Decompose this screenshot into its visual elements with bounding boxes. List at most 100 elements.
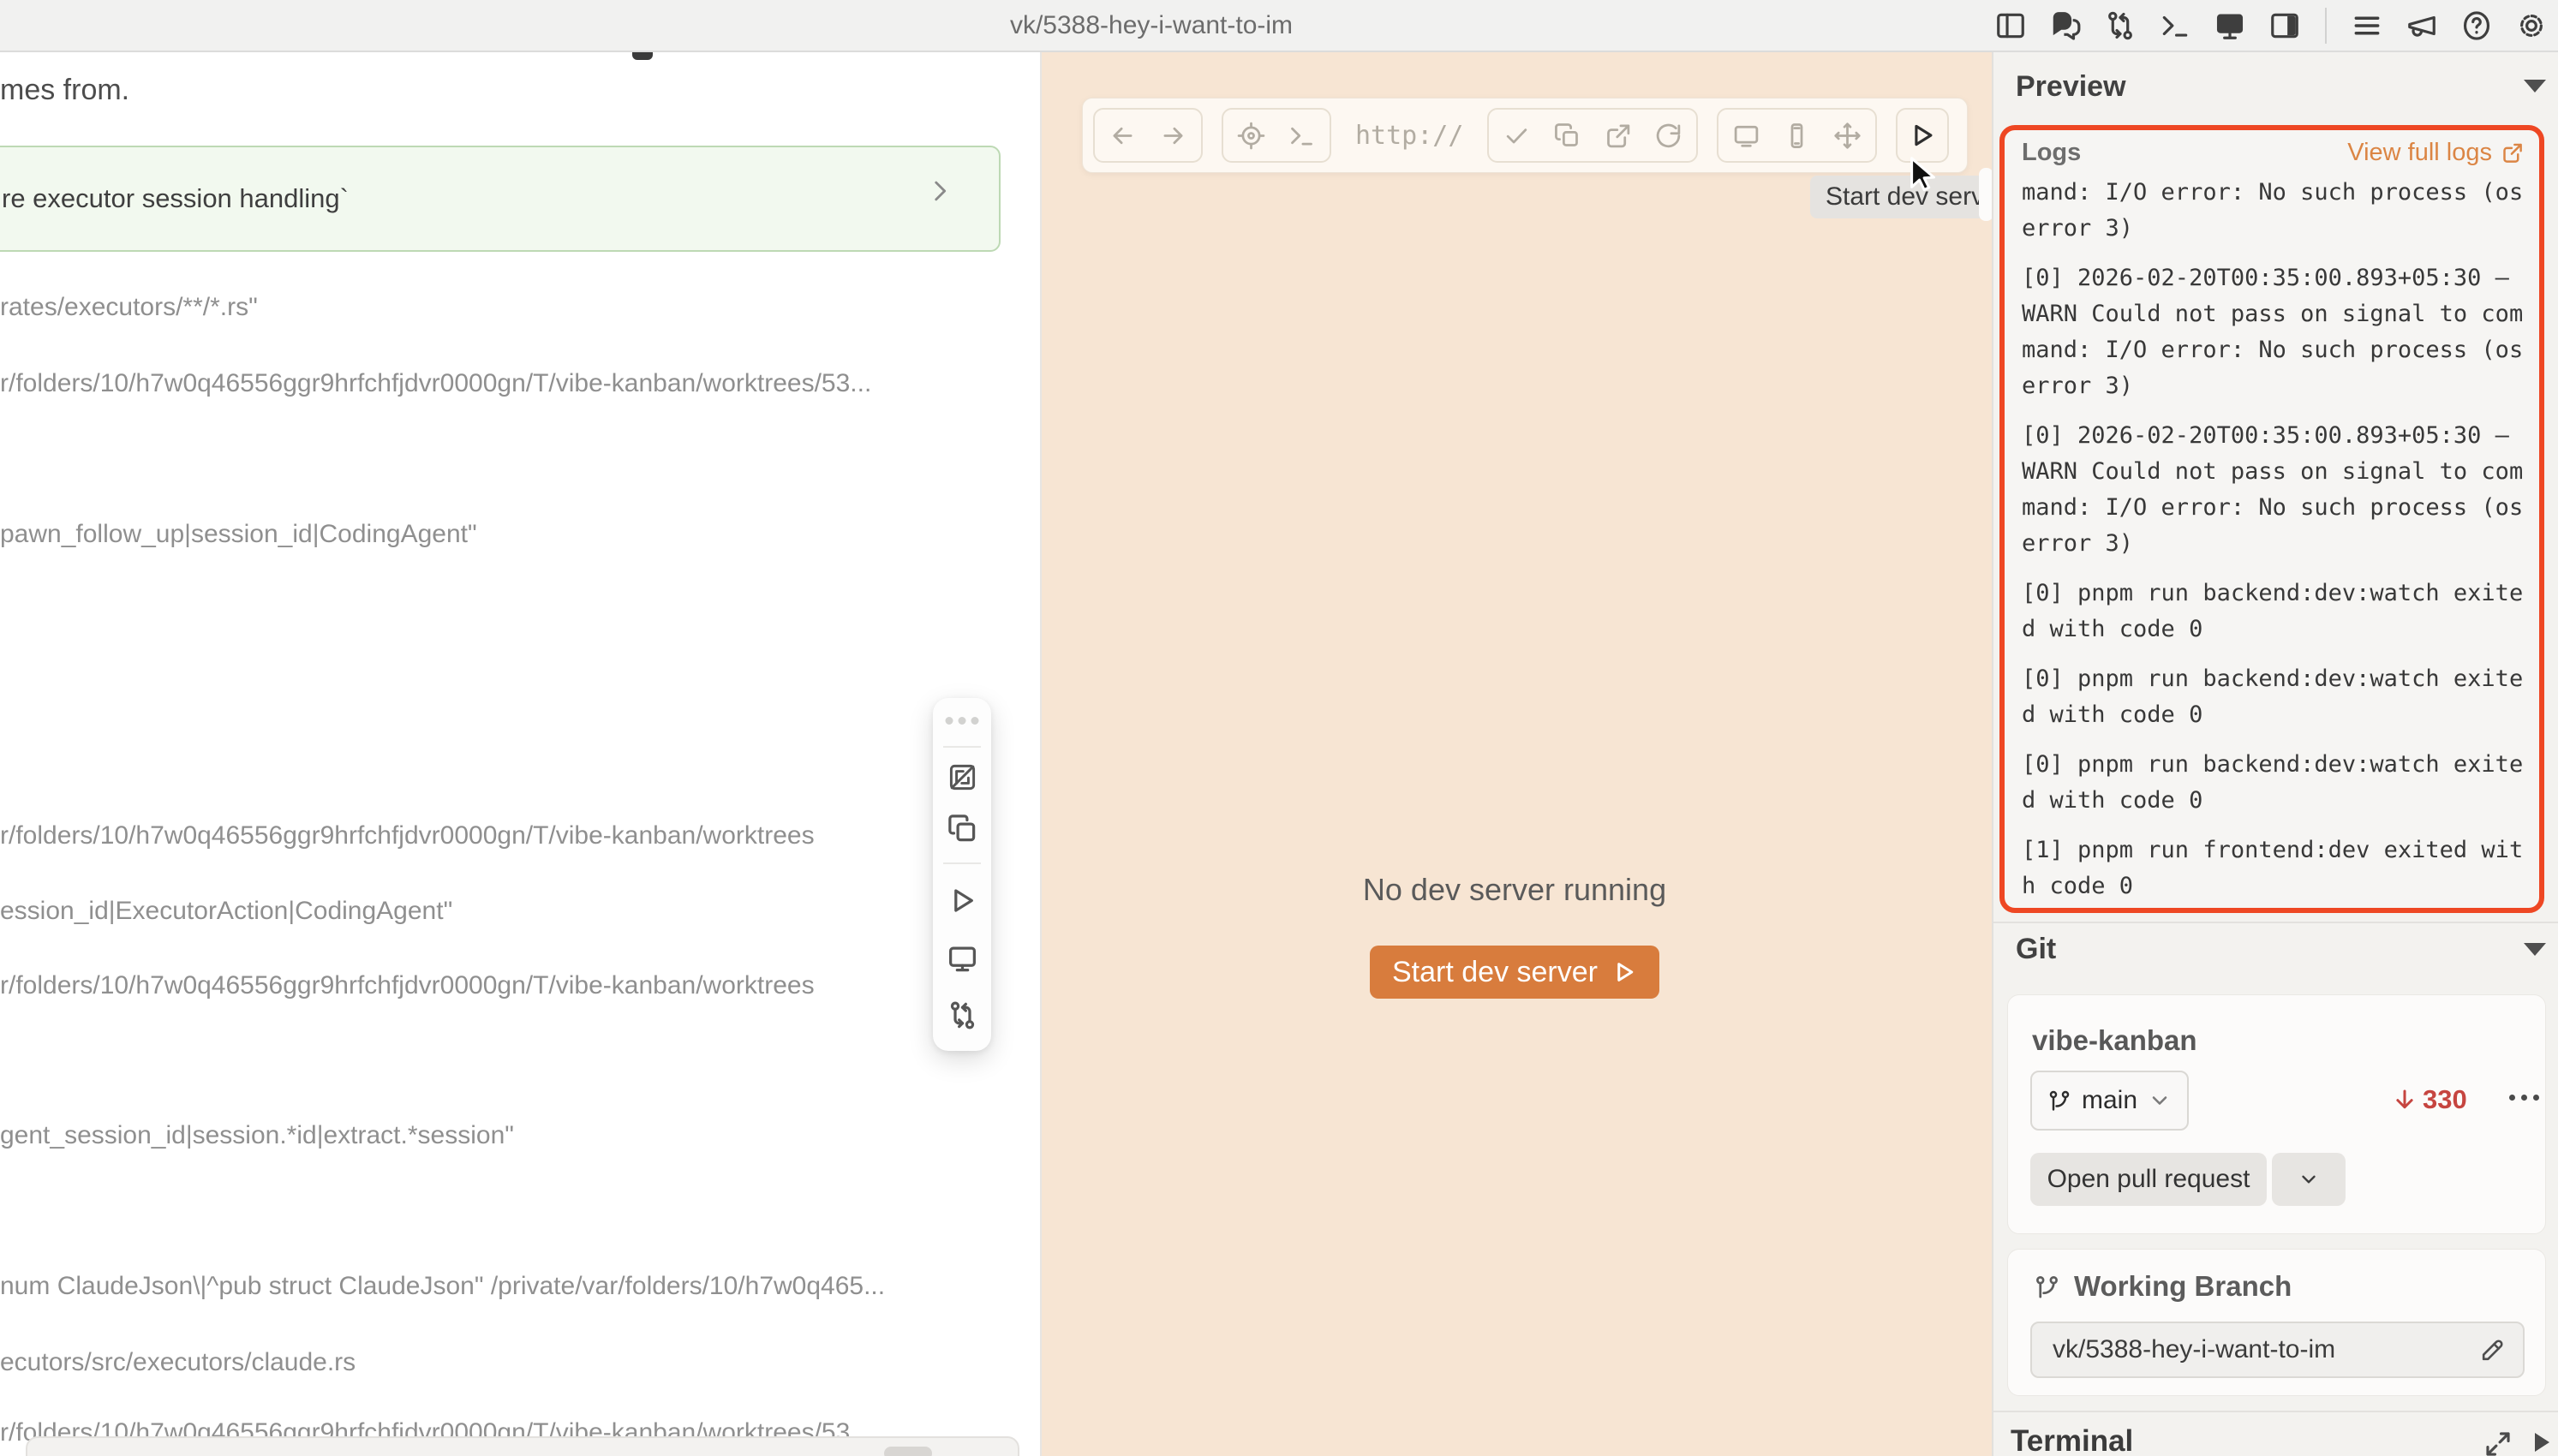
log-entry: [0] pnpm run backend:dev:watch exite d w… [2022, 747, 2536, 819]
log-path-line: gent_session_id|session.*id|extract.*ses… [0, 1121, 514, 1150]
nav-group [1093, 108, 1203, 163]
composer-bar[interactable] [26, 1436, 1019, 1456]
chevron-down-icon [2148, 1089, 2172, 1113]
git-branch-icon [2047, 1089, 2071, 1113]
divider [2325, 8, 2327, 44]
commits-behind-badge: 330 [2392, 1084, 2467, 1115]
repo-name: vibe-kanban [2032, 1024, 2197, 1057]
chevron-down-icon [2298, 1168, 2320, 1190]
working-branch-field[interactable]: vk/5388-hey-i-want-to-im [2030, 1322, 2525, 1378]
terminal-icon[interactable] [2157, 8, 2193, 44]
git-branch-icon [2034, 1274, 2060, 1300]
pr-dropdown-button[interactable] [2272, 1153, 2346, 1206]
working-branch-value: vk/5388-hey-i-want-to-im [2053, 1335, 2479, 1364]
help-icon[interactable] [2459, 8, 2495, 44]
log-path-line: pawn_follow_up|session_id|CodingAgent" [0, 520, 477, 549]
preview-section-header[interactable]: Preview [2016, 70, 2126, 104]
log-entry: [0] 2026-02-20T00:35:00.893+05:30 — WARN… [2022, 260, 2536, 404]
drag-handle-icon[interactable] [946, 717, 979, 725]
copy-icon[interactable] [1553, 122, 1581, 150]
start-dev-server-button[interactable]: Start dev server [1370, 946, 1659, 999]
log-entry: [0] pnpm run backend:dev:watch exite d w… [2022, 661, 2536, 733]
monitor-icon[interactable] [2212, 8, 2248, 44]
log-path-line: rates/executors/**/*.rs" [0, 293, 258, 322]
back-icon[interactable] [1109, 122, 1137, 150]
preview-pane [1040, 52, 1992, 1456]
log-entry: [0] 2026-02-20T00:35:00.893+05:30 — WARN… [2022, 418, 2536, 562]
details-sidebar: Preview Logs View full logs mand: I/O er… [1992, 52, 2558, 1456]
mobile-icon[interactable] [1783, 122, 1811, 150]
monitor-icon[interactable] [945, 941, 979, 976]
git-section-header[interactable]: Git [2016, 933, 2056, 966]
floating-toolbar [933, 698, 991, 1051]
locate-icon[interactable] [1237, 122, 1265, 150]
log-entry: mand: I/O error: No such process (os err… [2022, 175, 2536, 247]
app-window: mes from. re executor session handling` … [0, 0, 2558, 1456]
log-entry: [1] pnpm run frontend:dev exited wit h c… [2022, 832, 2536, 904]
panel-right-icon[interactable] [2267, 8, 2303, 44]
panel-layout-icon[interactable] [1993, 8, 2029, 44]
locate-group [1222, 108, 1331, 163]
more-options-icon[interactable] [2509, 1095, 2539, 1101]
url-field[interactable]: http:// [1355, 121, 1463, 151]
log-path-line: num ClaudeJson\|^pub struct ClaudeJson" … [0, 1272, 885, 1301]
external-link-icon [2501, 141, 2524, 164]
play-icon[interactable] [945, 883, 979, 917]
divider [1993, 922, 2558, 923]
chat-icon[interactable] [2047, 8, 2083, 44]
actions-group [1487, 108, 1698, 163]
log-path-line: r/folders/10/h7w0q46556ggr9hrfchfjdvr000… [0, 971, 815, 1000]
branch-selector[interactable]: main [2030, 1071, 2189, 1131]
divider [1993, 1411, 2558, 1412]
task-card[interactable]: re executor session handling` [0, 146, 1001, 252]
log-path-line: ecutors/src/executors/claude.rs [0, 1348, 356, 1377]
chevron-right-icon [925, 176, 954, 206]
terminal-section-header[interactable]: Terminal [2011, 1424, 2133, 1456]
forward-icon[interactable] [1159, 122, 1187, 150]
branch-name: main [2082, 1086, 2137, 1115]
check-icon[interactable] [1503, 122, 1531, 150]
task-card-text: re executor session handling` [2, 147, 349, 250]
no-dev-server-message: No dev server running [1363, 872, 1666, 908]
message-text: mes from. [0, 74, 129, 107]
scroll-indicator [632, 52, 653, 60]
caret-right-icon[interactable] [2535, 1433, 2549, 1452]
copy-icon[interactable] [945, 811, 979, 845]
view-full-logs-link[interactable]: View full logs [2347, 139, 2524, 167]
log-entry: [0] pnpm run backend:dev:watch exite d w… [2022, 576, 2536, 647]
device-group [1717, 108, 1877, 163]
log-path-line: r/folders/10/h7w0q46556ggr9hrfchfjdvr000… [0, 821, 815, 850]
log-path-line: r/folders/10/h7w0q46556ggr9hrfchfjdvr000… [0, 369, 871, 398]
terminal-icon[interactable] [1288, 122, 1316, 150]
refresh-icon[interactable] [1654, 122, 1682, 150]
working-branch-card: Working Branch vk/5388-hey-i-want-to-im [2007, 1249, 2546, 1396]
desktop-icon[interactable] [1732, 122, 1760, 150]
settings-icon[interactable] [2513, 8, 2549, 44]
composer-handle [884, 1447, 932, 1456]
title-bar: vk/5388-hey-i-want-to-im [0, 0, 2558, 52]
open-pull-request-button[interactable]: Open pull request [2030, 1153, 2267, 1206]
menu-icon[interactable] [2349, 8, 2385, 44]
log-output[interactable]: mand: I/O error: No such process (os err… [2022, 175, 2536, 913]
git-compare-icon[interactable] [2102, 8, 2138, 44]
move-icon[interactable] [1833, 122, 1862, 150]
divider [943, 746, 981, 748]
start-dev-server-label: Start dev server [1392, 956, 1598, 989]
working-branch-header: Working Branch [2034, 1270, 2292, 1303]
arrow-down-icon [2392, 1087, 2418, 1113]
edit-pencil-icon[interactable] [2479, 1337, 2506, 1364]
git-compare-icon[interactable] [945, 998, 979, 1032]
annotate-off-icon[interactable] [945, 760, 979, 794]
git-card: vibe-kanban main 330 Open pull request [2007, 994, 2546, 1234]
megaphone-icon[interactable] [2404, 8, 2440, 44]
logs-title: Logs [2022, 139, 2081, 167]
external-link-icon[interactable] [1604, 122, 1632, 150]
divider [943, 862, 981, 864]
expand-icon[interactable] [2483, 1429, 2513, 1456]
window-title: vk/5388-hey-i-want-to-im [1010, 11, 1293, 40]
play-icon [1611, 959, 1637, 985]
chevron-down-icon[interactable] [2524, 943, 2546, 956]
chevron-down-icon[interactable] [2524, 80, 2546, 92]
preview-toolbar: http:// [1082, 98, 1968, 173]
log-path-line: ession_id|ExecutorAction|CodingAgent" [0, 897, 452, 926]
